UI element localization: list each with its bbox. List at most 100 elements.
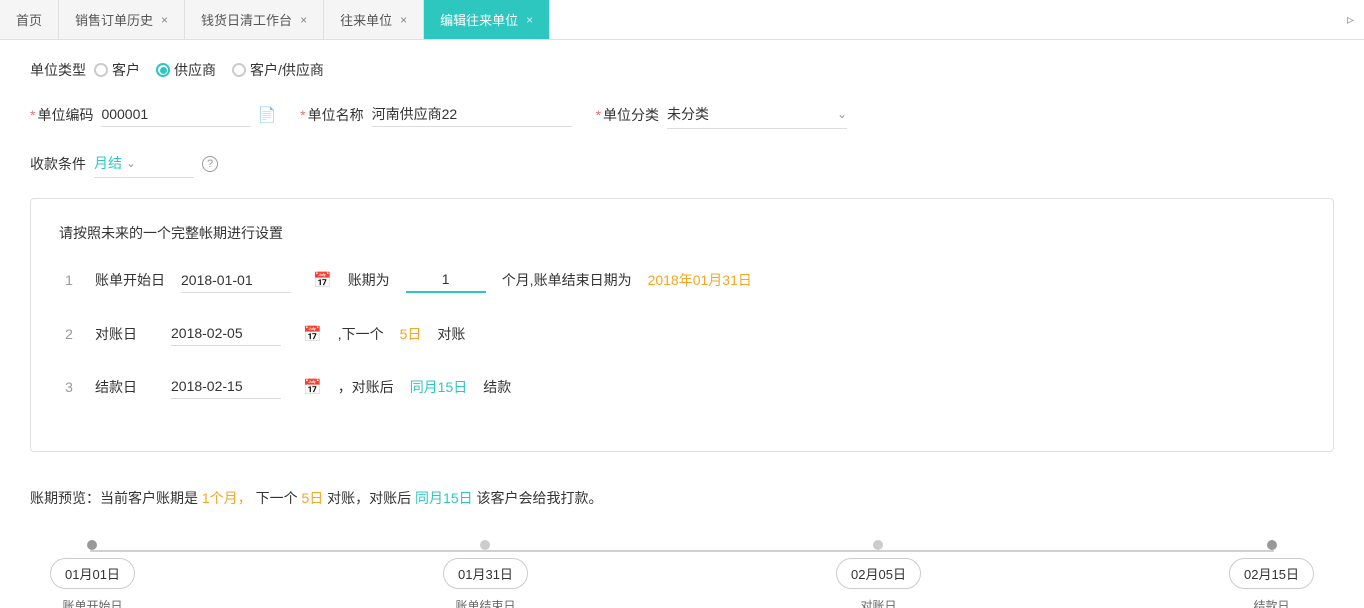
unit-category-required: * — [596, 107, 601, 123]
timeline-label-4: 结款日 — [1254, 597, 1290, 608]
timeline: 01月01日 账单开始日 01月31日 账单结束日 02月05日 对账日 02月… — [50, 528, 1314, 608]
timeline-item-1: 01月01日 账单开始日 — [50, 528, 135, 608]
chevron-down-icon: ⌄ — [126, 156, 136, 170]
unit-code-input[interactable] — [101, 102, 251, 127]
radio-supplier[interactable]: 供应商 — [156, 60, 216, 80]
tab-edit-unit-label: 编辑往来单位 — [440, 10, 518, 29]
payment-terms-value: 月结 — [94, 153, 122, 173]
preview-part2-orange: 5日 — [301, 490, 323, 506]
row-type-label-1: 账单开始日 — [95, 270, 165, 290]
radio-supplier-label: 供应商 — [174, 60, 216, 80]
close-icon[interactable]: × — [400, 13, 407, 27]
preview-section: 账期预览：当前客户账期是 1个月， 下一个 5日 对账，对账后 同月15日 该客… — [30, 472, 1334, 608]
timeline-label-3: 对账日 — [860, 597, 896, 608]
hint-suffix-3: 结款 — [483, 377, 511, 397]
tabs-bar: 首页 销售订单历史 × 钱货日清工作台 × 往来单位 × 编辑往来单位 × ▹ — [0, 0, 1364, 40]
tab-arrow[interactable]: ▹ — [1337, 11, 1364, 28]
hint-orange-2: 5日 — [400, 324, 422, 344]
cal-icon-3[interactable]: 📅 — [303, 378, 322, 396]
timeline-items: 01月01日 账单开始日 01月31日 账单结束日 02月05日 对账日 02月… — [50, 528, 1314, 608]
card-title: 请按照未来的一个完整帐期进行设置 — [59, 223, 1305, 243]
preview-text: 账期预览：当前客户账期是 1个月， 下一个 5日 对账，对账后 同月15日 该客… — [30, 488, 1334, 508]
chevron-down-icon: ⌄ — [837, 107, 847, 121]
unit-category-value: 未分类 — [667, 104, 837, 124]
close-icon[interactable]: × — [300, 13, 307, 27]
timeline-badge-2: 01月31日 — [443, 558, 528, 589]
tab-cash-work-label: 钱货日清工作台 — [201, 10, 292, 29]
content-area: 单位类型 客户 供应商 客户/供应商 * 单位编码 📄 * 单位名称 — [0, 40, 1364, 608]
payment-terms-row: 收款条件 月结 ⌄ ? — [30, 149, 1334, 178]
period-input[interactable] — [406, 267, 486, 293]
tab-home-label: 首页 — [16, 10, 42, 29]
tab-sales-history-label: 销售订单历史 — [75, 10, 153, 29]
tab-edit-unit[interactable]: 编辑往来单位 × — [424, 0, 550, 39]
unit-code-required: * — [30, 107, 35, 123]
radio-both-label: 客户/供应商 — [250, 60, 324, 80]
unit-type-row: 单位类型 客户 供应商 客户/供应商 — [30, 60, 1334, 80]
date-input-2[interactable] — [171, 321, 281, 346]
timeline-dot-1 — [87, 540, 97, 550]
close-icon[interactable]: × — [526, 13, 533, 27]
setting-row-3: 3 结款日 📅 ，对账后 同月15日 结款 — [59, 374, 1305, 399]
timeline-item-3: 02月05日 对账日 — [836, 528, 921, 608]
unit-code-icon[interactable]: 📄 — [257, 106, 276, 124]
tab-sales-history[interactable]: 销售订单历史 × — [59, 0, 185, 39]
unit-name-input[interactable] — [372, 102, 572, 127]
timeline-label-2: 账单结束日 — [455, 597, 515, 608]
row-type-label-2: 对账日 — [95, 324, 155, 344]
unit-name-label: 单位名称 — [308, 105, 364, 125]
radio-customer-label: 客户 — [112, 60, 140, 80]
tab-unit-visit[interactable]: 往来单位 × — [324, 0, 424, 39]
row-num-2: 2 — [59, 326, 79, 342]
hint-teal-3: 同月15日 — [410, 377, 468, 397]
cal-icon-1[interactable]: 📅 — [313, 271, 332, 289]
preview-part1-label: 下一个 — [256, 490, 298, 506]
timeline-badge-4: 02月15日 — [1229, 558, 1314, 589]
timeline-label-1: 账单开始日 — [62, 597, 122, 608]
tab-unit-visit-label: 往来单位 — [340, 10, 392, 29]
timeline-badge-3: 02月05日 — [836, 558, 921, 589]
preview-part2-suffix: 对账，对账后 — [327, 490, 411, 506]
timeline-dot-4 — [1267, 540, 1277, 550]
radio-supplier-circle — [156, 63, 170, 77]
preview-part3-teal: 同月15日 — [415, 490, 473, 506]
unit-type-label: 单位类型 — [30, 60, 86, 80]
timeline-dot-3 — [873, 540, 883, 550]
unit-category-dropdown[interactable]: 未分类 ⌄ — [667, 100, 847, 129]
radio-both-circle — [232, 63, 246, 77]
tab-home[interactable]: 首页 — [0, 0, 59, 39]
help-icon[interactable]: ? — [202, 156, 218, 172]
unit-category-label: 单位分类 — [603, 105, 659, 125]
timeline-dot-2 — [480, 540, 490, 550]
period-prefix-1: 账期为 — [348, 270, 390, 290]
row-num-1: 1 — [59, 272, 79, 288]
close-icon[interactable]: × — [161, 13, 168, 27]
preview-part1: 1个月， — [202, 490, 252, 506]
hint-prefix-3: ，对账后 — [338, 377, 394, 397]
radio-customer[interactable]: 客户 — [94, 60, 140, 80]
unit-name-required: * — [300, 107, 305, 123]
unit-info-row: * 单位编码 📄 * 单位名称 * 单位分类 未分类 ⌄ — [30, 100, 1334, 129]
period-suffix-1: 个月,账单结束日期为 — [502, 270, 632, 290]
hint-prefix-2: ,下一个 — [338, 324, 384, 344]
unit-code-label: 单位编码 — [37, 105, 93, 125]
payment-terms-select[interactable]: 月结 ⌄ — [94, 149, 194, 178]
radio-both[interactable]: 客户/供应商 — [232, 60, 324, 80]
tab-cash-work[interactable]: 钱货日清工作台 × — [185, 0, 324, 39]
payment-terms-label: 收款条件 — [30, 154, 86, 174]
timeline-item-4: 02月15日 结款日 — [1229, 528, 1314, 608]
date-input-3[interactable] — [171, 374, 281, 399]
preview-part3-suffix: 该客户会给我打款。 — [477, 490, 603, 506]
setting-row-2: 2 对账日 📅 ,下一个 5日 对账 — [59, 321, 1305, 346]
unit-type-radio-group: 客户 供应商 客户/供应商 — [94, 60, 324, 80]
timeline-item-2: 01月31日 账单结束日 — [443, 528, 528, 608]
settings-card: 请按照未来的一个完整帐期进行设置 1 账单开始日 📅 账期为 个月,账单结束日期… — [30, 198, 1334, 452]
radio-customer-circle — [94, 63, 108, 77]
preview-label: 账期预览：当前客户账期是 — [30, 490, 198, 506]
timeline-badge-1: 01月01日 — [50, 558, 135, 589]
period-end-date: 2018年01月31日 — [648, 270, 752, 290]
setting-row-1: 1 账单开始日 📅 账期为 个月,账单结束日期为 2018年01月31日 — [59, 267, 1305, 293]
date-input-1[interactable] — [181, 268, 291, 293]
cal-icon-2[interactable]: 📅 — [303, 325, 322, 343]
hint-suffix-2: 对账 — [437, 324, 465, 344]
